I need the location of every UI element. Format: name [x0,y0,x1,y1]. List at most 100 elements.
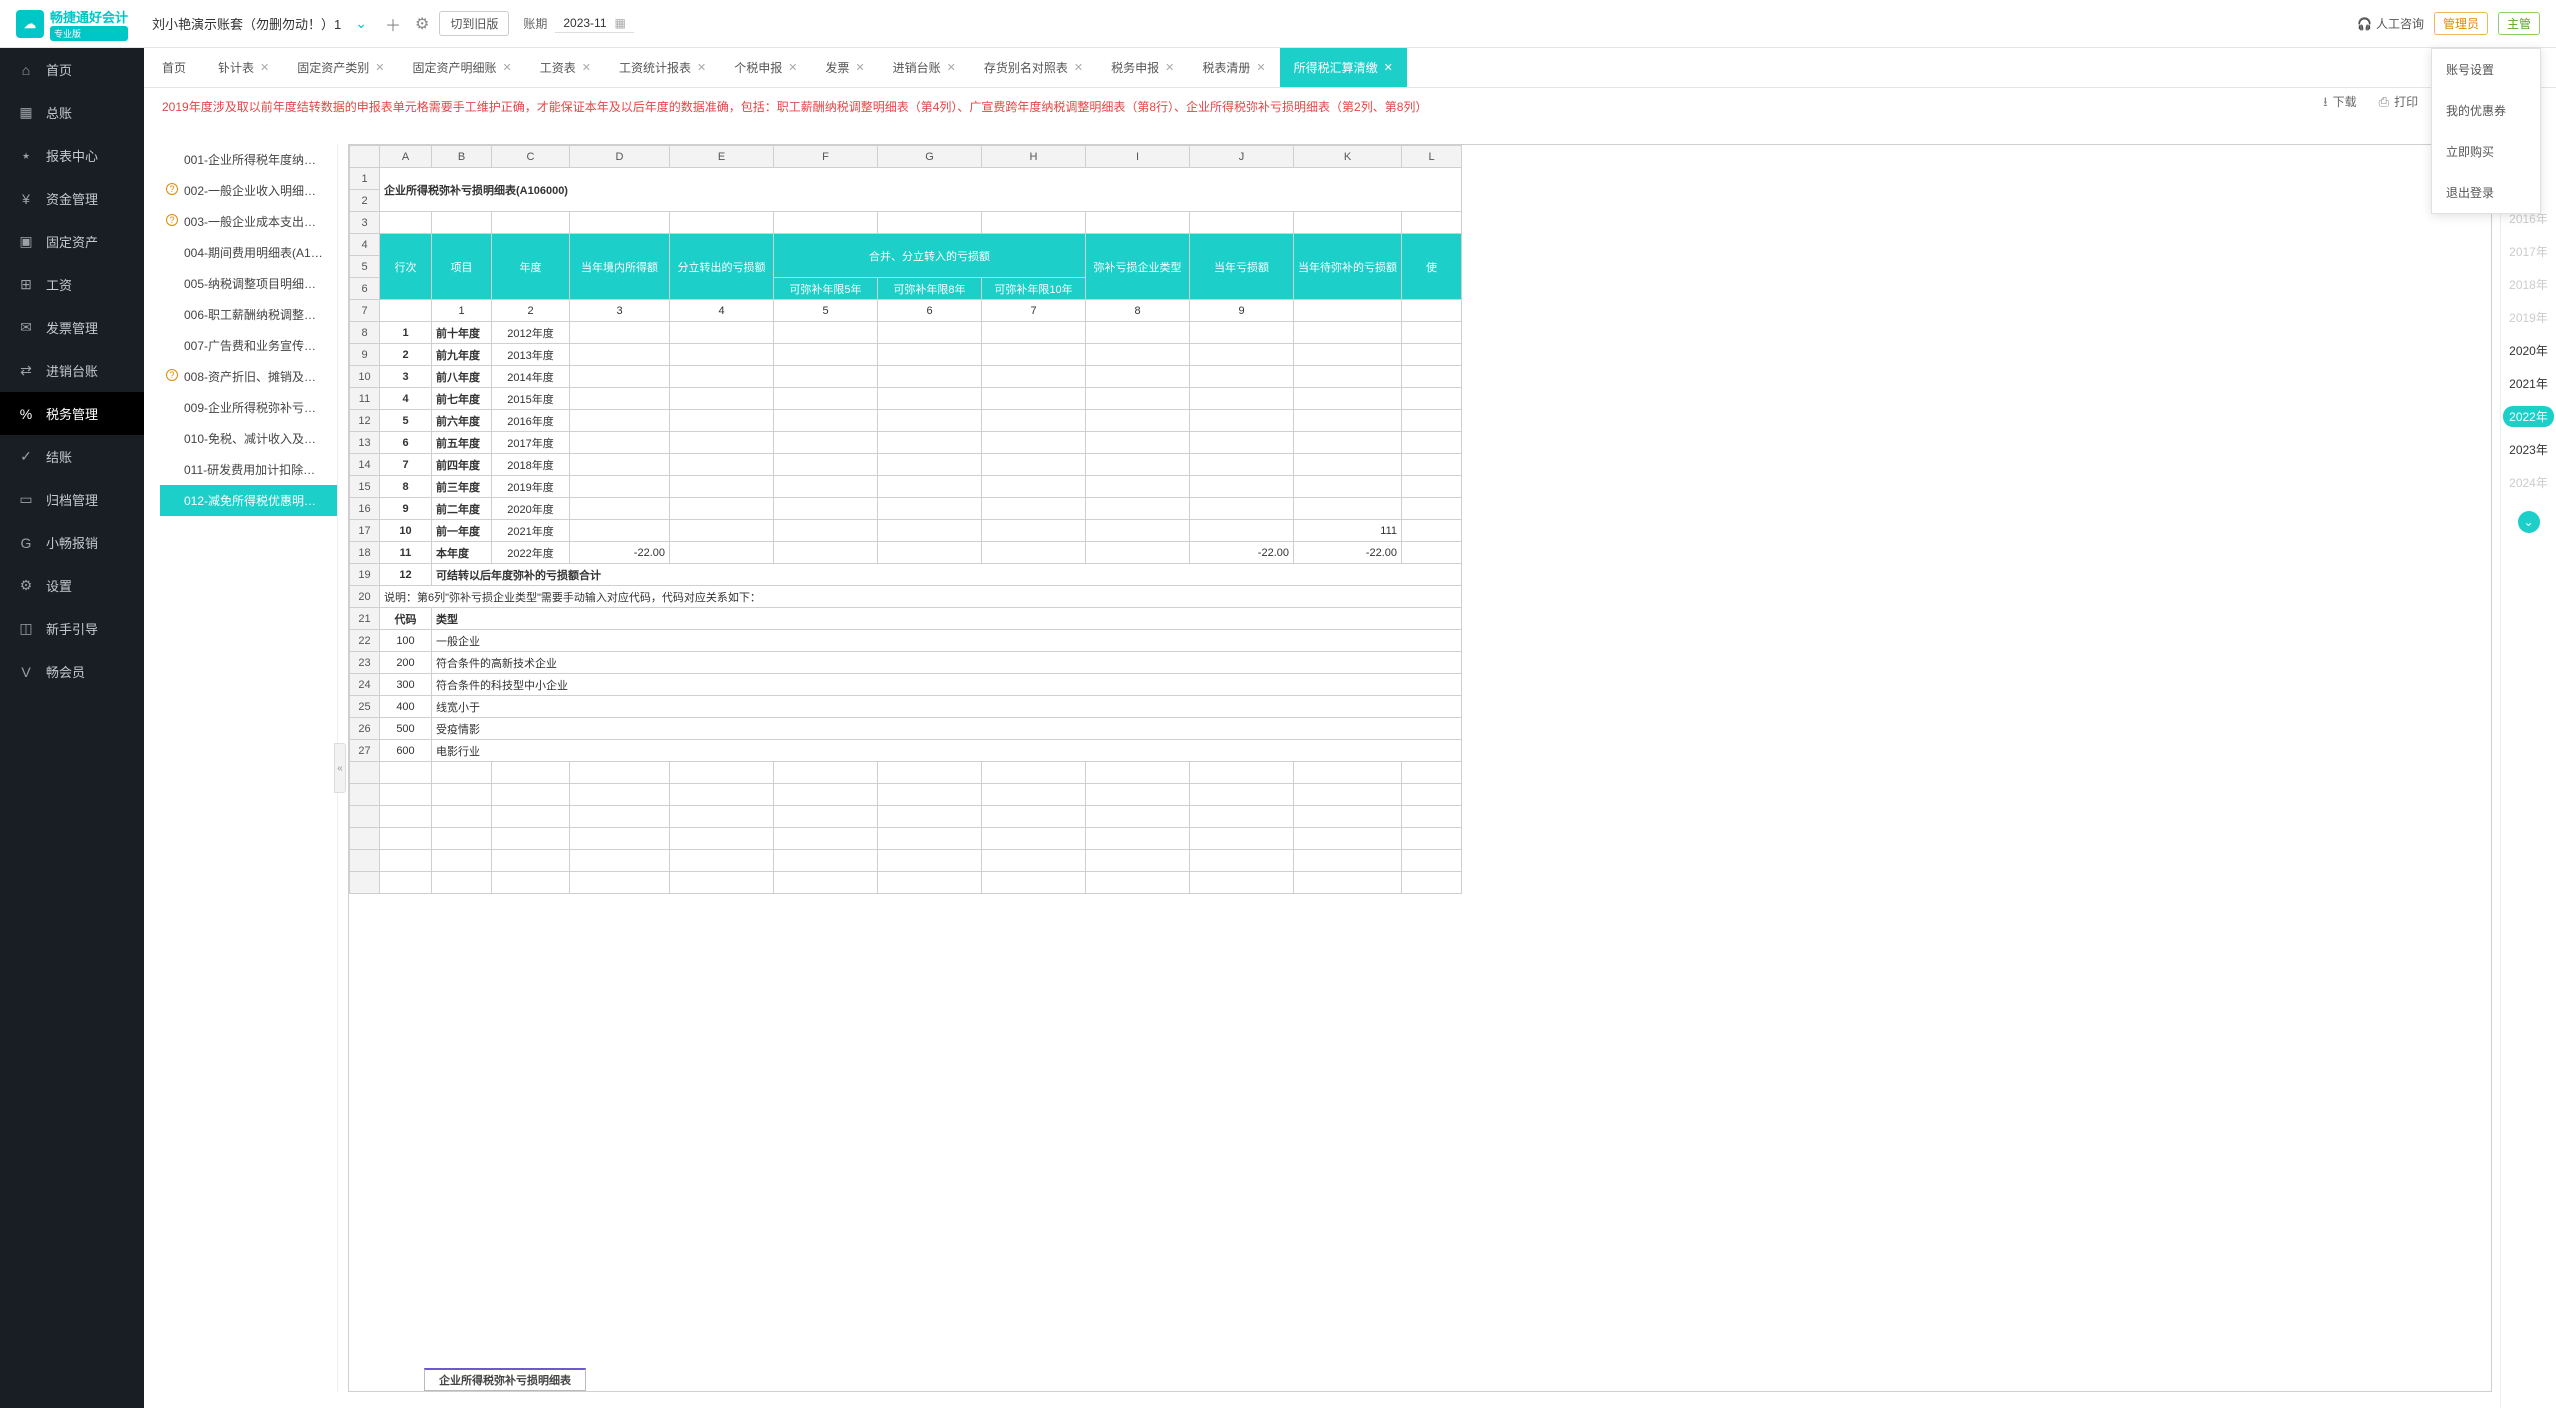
cell-g[interactable] [878,476,982,498]
cell-k[interactable]: 111 [1294,520,1402,542]
cell-j[interactable] [1190,432,1294,454]
sidebar-item-9[interactable]: ✓结账 [0,435,144,478]
cell-i[interactable] [1086,432,1190,454]
cell-h[interactable] [982,432,1086,454]
cell-f[interactable] [774,520,878,542]
cell-h[interactable] [982,410,1086,432]
sidebar-item-10[interactable]: ▭归档管理 [0,478,144,521]
cell-d[interactable] [570,366,670,388]
dropdown-logout[interactable]: 退出登录 [2432,172,2540,213]
cell-h[interactable] [982,454,1086,476]
year-2018年[interactable]: 2018年 [2503,274,2554,295]
close-icon[interactable]: ✕ [582,61,591,74]
close-icon[interactable]: ✕ [947,61,956,74]
cell-k[interactable] [1294,476,1402,498]
form-item-4[interactable]: 005-纳税调整项目明细表(A… [160,268,337,299]
year-2022年[interactable]: 2022年 [2503,406,2554,427]
sheet-tab-active[interactable]: 企业所得税弥补亏损明细表 [424,1368,586,1391]
cell-j[interactable] [1190,520,1294,542]
close-icon[interactable]: ✕ [788,61,797,74]
cell-h[interactable] [982,498,1086,520]
cell-f[interactable] [774,498,878,520]
sidebar-item-6[interactable]: ✉发票管理 [0,306,144,349]
cell-e[interactable] [670,410,774,432]
cell-i[interactable] [1086,498,1190,520]
cell-k[interactable] [1294,498,1402,520]
cell-i[interactable] [1086,322,1190,344]
form-item-6[interactable]: 007-广告费和业务宣传费跨… [160,330,337,361]
cell-f[interactable] [774,366,878,388]
cell-d[interactable] [570,454,670,476]
cell-e[interactable] [670,476,774,498]
cell-e[interactable] [670,520,774,542]
year-2019年[interactable]: 2019年 [2503,307,2554,328]
sidebar-item-4[interactable]: ▣固定资产 [0,220,144,263]
cell-f[interactable] [774,344,878,366]
cell-h[interactable] [982,542,1086,564]
cell-g[interactable] [878,322,982,344]
cell-g[interactable] [878,520,982,542]
cell-d[interactable] [570,520,670,542]
cell-e[interactable] [670,542,774,564]
year-2021年[interactable]: 2021年 [2503,373,2554,394]
form-item-5[interactable]: 006-职工薪酬纳税调整明细… [160,299,337,330]
cell-f[interactable] [774,410,878,432]
tab-0[interactable]: 首页 [144,48,204,87]
form-item-7[interactable]: ?008-资产折旧、摊销及纳税… [160,361,337,392]
cell-d[interactable]: -22.00 [570,542,670,564]
cell-g[interactable] [878,388,982,410]
tab-10[interactable]: 税务申报✕ [1097,48,1188,87]
cell-l[interactable] [1402,520,1462,542]
year-expand-button[interactable]: ⌄ [2518,511,2540,533]
tab-6[interactable]: 个税申报✕ [720,48,811,87]
cell-l[interactable] [1402,432,1462,454]
sidebar-item-13[interactable]: ◫新手引导 [0,607,144,650]
cell-j[interactable] [1190,388,1294,410]
cell-d[interactable] [570,410,670,432]
sidebar-item-11[interactable]: G小畅报销 [0,521,144,564]
cell-i[interactable] [1086,542,1190,564]
sidebar-item-12[interactable]: ⚙设置 [0,564,144,607]
cell-g[interactable] [878,366,982,388]
close-icon[interactable]: ✕ [697,61,706,74]
tab-4[interactable]: 工资表✕ [526,48,605,87]
cell-f[interactable] [774,476,878,498]
form-item-9[interactable]: 010-免税、减计收入及加计… [160,423,337,454]
cell-i[interactable] [1086,388,1190,410]
cell-l[interactable] [1402,410,1462,432]
print-button[interactable]: ⎙ 打印 [2379,92,2418,113]
form-item-11[interactable]: 012-减免所得税优惠明细表(… [160,485,337,516]
dropdown-buy-now[interactable]: 立即购买 [2432,131,2540,172]
cell-l[interactable] [1402,388,1462,410]
cell-g[interactable] [878,344,982,366]
sidebar-item-1[interactable]: ▦总账 [0,91,144,134]
cell-j[interactable] [1190,344,1294,366]
cell-g[interactable] [878,454,982,476]
role-admin[interactable]: 管理员 [2434,12,2488,35]
period-picker[interactable]: 2023-11 ▦ [555,14,634,33]
cell-f[interactable] [774,322,878,344]
sidebar-item-7[interactable]: ⇄进销台账 [0,349,144,392]
cell-k[interactable] [1294,432,1402,454]
cell-e[interactable] [670,454,774,476]
cell-k[interactable] [1294,322,1402,344]
form-item-10[interactable]: 011-研发费用加计扣除优惠… [160,454,337,485]
cell-j[interactable] [1190,476,1294,498]
close-icon[interactable]: ✕ [1256,61,1265,74]
cell-l[interactable] [1402,454,1462,476]
close-icon[interactable]: ✕ [1384,61,1393,74]
cell-h[interactable] [982,344,1086,366]
form-item-1[interactable]: ?002-一般企业收入明细表(A1… [160,175,337,206]
year-2017年[interactable]: 2017年 [2503,241,2554,262]
close-icon[interactable]: ✕ [260,61,269,74]
cell-l[interactable] [1402,542,1462,564]
cell-i[interactable] [1086,410,1190,432]
tab-12[interactable]: 所得税汇算清缴✕ [1280,48,1407,87]
dropdown-coupons[interactable]: 我的优惠券 [2432,90,2540,131]
year-2024年[interactable]: 2024年 [2503,472,2554,493]
cell-l[interactable] [1402,498,1462,520]
download-button[interactable]: ⭳ 下载 [2323,92,2357,113]
cell-k[interactable] [1294,410,1402,432]
cell-k[interactable] [1294,454,1402,476]
cell-i[interactable] [1086,520,1190,542]
